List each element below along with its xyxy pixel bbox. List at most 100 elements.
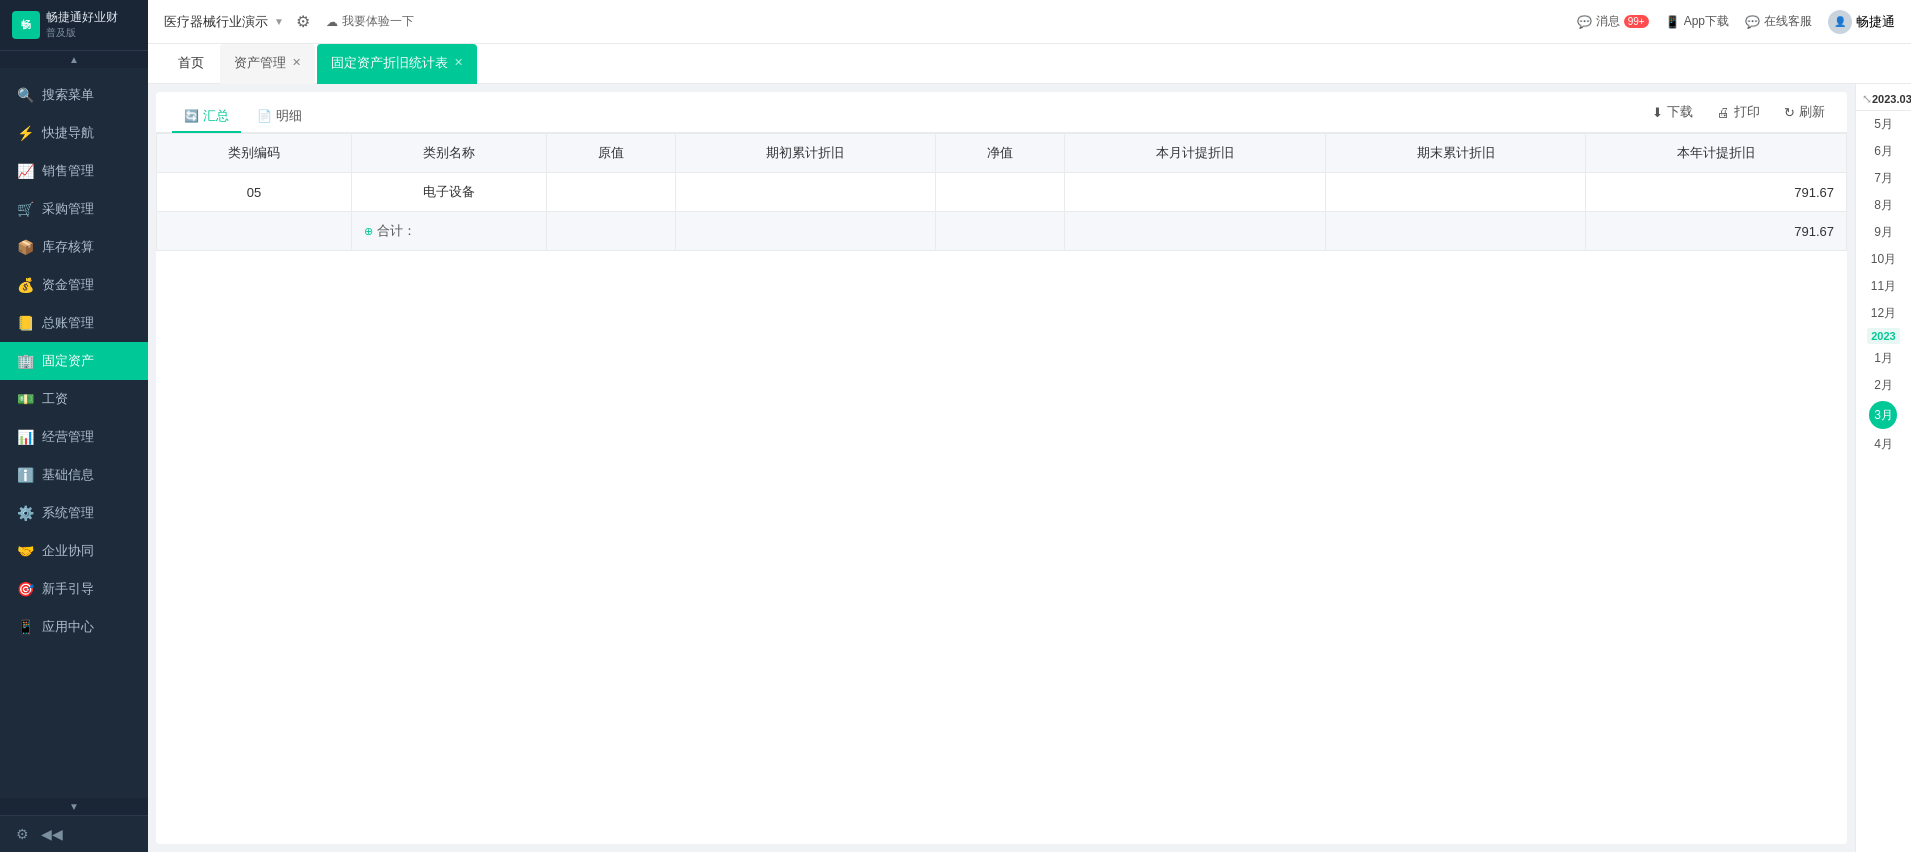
sidebar-item-ledger[interactable]: 📒 总账管理	[0, 304, 148, 342]
download-icon: ⬇	[1652, 105, 1663, 120]
scroll-up-btn[interactable]: ▲	[0, 51, 148, 68]
nav-icon-salary: 💵	[16, 391, 34, 407]
refresh-label: 刷新	[1799, 103, 1825, 121]
sidebar-item-operations[interactable]: 📊 经营管理	[0, 418, 148, 456]
print-icon: 🖨	[1717, 105, 1730, 120]
download-btn[interactable]: ⬇ 下载	[1646, 100, 1699, 124]
tab-home[interactable]: 首页	[164, 44, 218, 84]
year-marker-2023: 2023	[1867, 328, 1900, 344]
messages-btn[interactable]: 💬 消息 99+	[1577, 13, 1649, 30]
date-item-before-12月[interactable]: 12月	[1867, 300, 1900, 327]
sidebar-item-app-center[interactable]: 📱 应用中心	[0, 608, 148, 646]
sidebar-nav: 🔍 搜索菜单 ⚡ 快捷导航 📈 销售管理 🛒 采购管理 📦 库存核算 💰 资金管…	[0, 68, 148, 798]
service-icon: 💬	[1745, 15, 1760, 29]
sidebar-header: 畅 畅捷通好业财 普及版	[0, 0, 148, 51]
nav-label-ledger: 总账管理	[42, 314, 94, 332]
col-header-original_value: 原值	[546, 134, 675, 173]
date-item-before-5月[interactable]: 5月	[1867, 111, 1900, 138]
date-item-before-9月[interactable]: 9月	[1867, 219, 1900, 246]
app-subtitle: 普及版	[46, 26, 118, 40]
nav-label-system: 系统管理	[42, 504, 94, 522]
nav-icon-enterprise: 🤝	[16, 543, 34, 559]
sub-tab-detail[interactable]: 📄 明细	[245, 101, 314, 133]
total-icon: ⊕	[364, 225, 373, 238]
date-item-before-11月[interactable]: 11月	[1867, 273, 1900, 300]
sub-tab-label-summary: 汇总	[203, 107, 229, 125]
date-item-2月[interactable]: 2月	[1867, 372, 1900, 399]
date-panel-title: 2023.03	[1872, 93, 1911, 105]
experience-label: 我要体验一下	[342, 13, 414, 30]
date-item-before-7月[interactable]: 7月	[1867, 165, 1900, 192]
tab-label-home: 首页	[178, 54, 204, 72]
online-service-btn[interactable]: 💬 在线客服	[1745, 13, 1812, 30]
total-cell-period_end_accumulated_depreciation	[1325, 212, 1586, 251]
sidebar-item-system[interactable]: ⚙️ 系统管理	[0, 494, 148, 532]
date-panel: ⤡ 2023.03 ✕ 5月6月7月8月9月10月11月12月20231月2月3…	[1855, 84, 1911, 852]
user-menu[interactable]: 👤 畅捷通	[1828, 10, 1895, 34]
sidebar-item-funds[interactable]: 💰 资金管理	[0, 266, 148, 304]
sidebar-item-inventory[interactable]: 📦 库存核算	[0, 228, 148, 266]
table-row: 05电子设备791.67	[157, 173, 1847, 212]
col-header-initial_accumulated_depreciation: 期初累计折旧	[675, 134, 936, 173]
content-area: 🔄 汇总 📄 明细 ⬇ 下载 🖨 打印 ↻ 刷新 类别编码类别名称原值期初累计折…	[148, 84, 1911, 852]
sidebar-item-fixed-assets[interactable]: 🏢 固定资产	[0, 342, 148, 380]
nav-icon-ledger: 📒	[16, 315, 34, 331]
sidebar-item-enterprise[interactable]: 🤝 企业协同	[0, 532, 148, 570]
sidebar-footer: ⚙ ◀◀	[0, 815, 148, 852]
refresh-icon: ↻	[1784, 105, 1795, 120]
sidebar-item-sales[interactable]: 📈 销售管理	[0, 152, 148, 190]
tab-close-fixed-asset-depreciation[interactable]: ✕	[454, 56, 463, 69]
sidebar-item-basic-info[interactable]: ℹ️ 基础信息	[0, 456, 148, 494]
scroll-down-btn[interactable]: ▼	[0, 798, 148, 815]
date-item-before-6月[interactable]: 6月	[1867, 138, 1900, 165]
nav-label-purchase: 采购管理	[42, 200, 94, 218]
nav-label-search: 搜索菜单	[42, 86, 94, 104]
cell-period_end_accumulated_depreciation	[1325, 173, 1586, 212]
nav-label-app-center: 应用中心	[42, 618, 94, 636]
collapse-icon[interactable]: ◀◀	[41, 826, 63, 842]
cell-annual_depreciation: 791.67	[1586, 173, 1847, 212]
date-item-before-8月[interactable]: 8月	[1867, 192, 1900, 219]
sidebar-item-purchase[interactable]: 🛒 采购管理	[0, 190, 148, 228]
nav-label-salary: 工资	[42, 390, 68, 408]
date-item-1月[interactable]: 1月	[1867, 345, 1900, 372]
sidebar-item-search[interactable]: 🔍 搜索菜单	[0, 76, 148, 114]
settings-footer-icon[interactable]: ⚙	[16, 826, 29, 842]
sidebar-item-quick-nav[interactable]: ⚡ 快捷导航	[0, 114, 148, 152]
nav-icon-basic-info: ℹ️	[16, 467, 34, 483]
col-header-monthly_depreciation: 本月计提折旧	[1065, 134, 1326, 173]
date-item-current-3[interactable]: 3月	[1869, 401, 1897, 429]
total-cell-category_code	[157, 212, 352, 251]
experience-btn[interactable]: ☁ 我要体验一下	[326, 13, 414, 30]
sub-tab-label-detail: 明细	[276, 107, 302, 125]
main-content: 医疗器械行业演示 ▼ ⚙ ☁ 我要体验一下 💬 消息 99+ 📱 App下载 💬…	[148, 0, 1911, 852]
cell-original_value	[546, 173, 675, 212]
col-header-category_name: 类别名称	[351, 134, 546, 173]
tab-asset-management[interactable]: 资产管理✕	[220, 44, 315, 84]
message-label: 消息	[1596, 13, 1620, 30]
total-cell-original_value	[546, 212, 675, 251]
total-cell-monthly_depreciation	[1065, 212, 1326, 251]
topbar-right: 💬 消息 99+ 📱 App下载 💬 在线客服 👤 畅捷通	[1577, 10, 1895, 34]
print-btn[interactable]: 🖨 打印	[1711, 100, 1766, 124]
col-header-category_code: 类别编码	[157, 134, 352, 173]
total-cell-annual_depreciation: 791.67	[1586, 212, 1847, 251]
date-item-4月[interactable]: 4月	[1867, 431, 1900, 458]
sidebar-item-guide[interactable]: 🎯 新手引导	[0, 570, 148, 608]
content-panel: 🔄 汇总 📄 明细 ⬇ 下载 🖨 打印 ↻ 刷新 类别编码类别名称原值期初累计折…	[156, 92, 1847, 844]
sub-tab-summary[interactable]: 🔄 汇总	[172, 101, 241, 133]
company-name: 医疗器械行业演示	[164, 13, 268, 31]
tab-close-asset-management[interactable]: ✕	[292, 56, 301, 69]
app-download-label: App下载	[1684, 13, 1729, 30]
tab-fixed-asset-depreciation[interactable]: 固定资产折旧统计表✕	[317, 44, 477, 84]
nav-label-basic-info: 基础信息	[42, 466, 94, 484]
tabs-bar: 首页资产管理✕固定资产折旧统计表✕	[148, 44, 1911, 84]
date-panel-expand-icon[interactable]: ⤡	[1862, 92, 1872, 106]
refresh-btn[interactable]: ↻ 刷新	[1778, 100, 1831, 124]
app-download-btn[interactable]: 📱 App下载	[1665, 13, 1729, 30]
nav-icon-purchase: 🛒	[16, 201, 34, 217]
company-selector[interactable]: 医疗器械行业演示 ▼	[164, 13, 284, 31]
date-item-before-10月[interactable]: 10月	[1867, 246, 1900, 273]
sidebar-item-salary[interactable]: 💵 工资	[0, 380, 148, 418]
topbar-settings-icon[interactable]: ⚙	[296, 12, 310, 31]
